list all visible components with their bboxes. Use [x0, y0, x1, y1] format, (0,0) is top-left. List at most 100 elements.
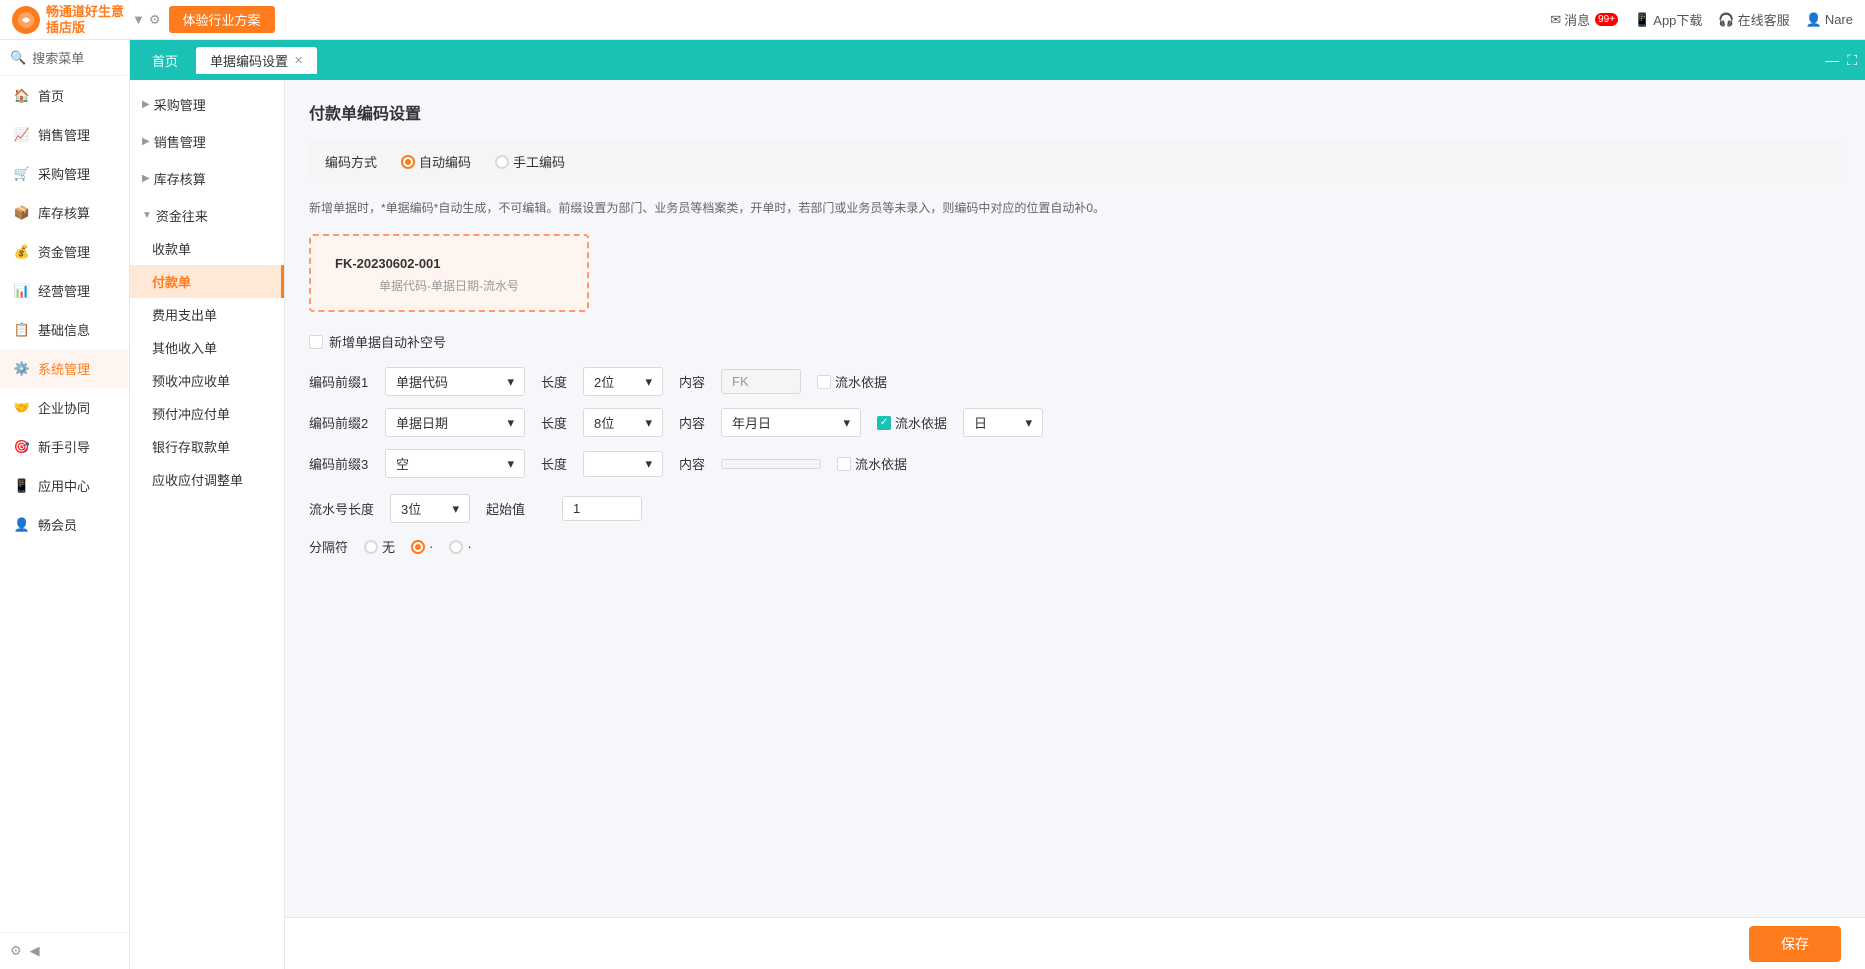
- len2-select[interactable]: 8位 ▾: [583, 408, 663, 437]
- len1-select[interactable]: 2位 ▾: [583, 367, 663, 396]
- serial-length-select[interactable]: 3位 ▾: [390, 494, 470, 523]
- stream2-check[interactable]: ✓ 流水依据: [877, 413, 947, 432]
- topbar-left: 畅通道好生意 插店版 ▼ ⚙ 体验行业方案: [12, 4, 275, 35]
- sep-none-radio[interactable]: [364, 540, 378, 554]
- sec-group-sales-label: 销售管理: [154, 132, 206, 151]
- start-value-label: 起始值: [486, 499, 546, 518]
- right-wrapper: 首页 单据编码设置 ✕ — ⛶ ▶ 采购管理: [130, 40, 1865, 969]
- logo: 畅通道好生意 插店版: [12, 4, 124, 35]
- sidebar-collapse-btn[interactable]: ◀: [30, 943, 40, 959]
- sidebar-label-guide: 新手引导: [38, 437, 90, 456]
- sec-item-adjustment[interactable]: 应收应付调整单: [130, 463, 284, 496]
- apps-icon: 📱: [14, 478, 30, 494]
- stream1-check[interactable]: 流水依据: [817, 372, 887, 391]
- sidebar-label-apps: 应用中心: [38, 476, 90, 495]
- sidebar-item-system[interactable]: ⚙️ 系统管理: [0, 349, 129, 388]
- sidebar-item-guide[interactable]: 🎯 新手引导: [0, 427, 129, 466]
- start-value-input[interactable]: [562, 496, 642, 521]
- search-menu[interactable]: 🔍 搜索菜单: [0, 40, 129, 76]
- prefix2-select[interactable]: 单据日期 ▾: [385, 408, 525, 437]
- prefix2-chevron: ▾: [507, 415, 514, 431]
- save-button[interactable]: 保存: [1749, 926, 1841, 962]
- manual-code-option[interactable]: 手工编码: [495, 152, 565, 171]
- stream3-checkbox[interactable]: [837, 457, 851, 471]
- auto-fill-row: 新增单据自动补空号: [309, 332, 1841, 351]
- tab-serial-settings[interactable]: 单据编码设置 ✕: [196, 47, 317, 74]
- sec-item-payment[interactable]: 付款单: [130, 265, 284, 298]
- sidebar-item-base[interactable]: 📋 基础信息: [0, 310, 129, 349]
- content2-value: 年月日: [732, 413, 771, 432]
- stream2-checkbox[interactable]: ✓: [877, 416, 891, 430]
- sidebar-item-home[interactable]: 🏠 首页: [0, 76, 129, 115]
- sec-group-purchase-title[interactable]: ▶ 采购管理: [130, 88, 284, 121]
- sales-icon: 📈: [14, 127, 30, 143]
- page-title: 付款单编码设置: [309, 100, 1841, 124]
- prefix1-chevron: ▾: [507, 374, 514, 390]
- tab-maximize-icon[interactable]: ⛶: [1847, 52, 1857, 69]
- sidebar-label-home: 首页: [38, 86, 64, 105]
- nav-dropdown[interactable]: ▼: [132, 12, 145, 27]
- auto-code-radio[interactable]: [401, 155, 415, 169]
- sidebar-item-finance[interactable]: 💰 资金管理: [0, 232, 129, 271]
- sec-group-inventory-title[interactable]: ▶ 库存核算: [130, 162, 284, 195]
- sidebar-item-sales[interactable]: 📈 销售管理: [0, 115, 129, 154]
- sec-item-receipt[interactable]: 收款单: [130, 232, 284, 265]
- prefix1-value: 单据代码: [396, 372, 448, 391]
- manual-code-radio[interactable]: [495, 155, 509, 169]
- topbar: 畅通道好生意 插店版 ▼ ⚙ 体验行业方案 ✉ 消息 99+ 📱 App下载 🎧…: [0, 0, 1865, 40]
- sec-item-other-income[interactable]: 其他收入单: [130, 331, 284, 364]
- sec-group-purchase-label: 采购管理: [154, 95, 206, 114]
- message-item[interactable]: ✉ 消息 99+: [1550, 10, 1618, 29]
- online-service-item[interactable]: 🎧 在线客服: [1718, 10, 1789, 29]
- sidebar-label-inventory: 库存核算: [38, 203, 90, 222]
- stream1-checkbox[interactable]: [817, 375, 831, 389]
- stream2-unit-select[interactable]: 日 ▾: [963, 408, 1043, 437]
- settings-icon[interactable]: ⚙: [149, 12, 161, 28]
- sep-dot2-option[interactable]: ·: [449, 539, 471, 554]
- tab-minimize-icon[interactable]: —: [1825, 52, 1839, 69]
- sec-item-expense[interactable]: 费用支出单: [130, 298, 284, 331]
- sidebar-settings-btn[interactable]: ⚙: [10, 943, 22, 959]
- corp-icon: 🤝: [14, 400, 30, 416]
- info-text: 新增单据时，*单据编码*自动生成，不可编辑。前缀设置为部门、业务员等档案类，开单…: [309, 199, 1841, 218]
- app-download-item[interactable]: 📱 App下载: [1634, 10, 1702, 29]
- sidebar-item-corp[interactable]: 🤝 企业协同: [0, 388, 129, 427]
- sec-group-sales: ▶ 销售管理: [130, 125, 284, 158]
- tab-home[interactable]: 首页: [138, 47, 192, 74]
- sep-dot-radio[interactable]: [411, 540, 425, 554]
- sidebar-item-operation[interactable]: 📊 经营管理: [0, 271, 129, 310]
- sep-dot2-radio[interactable]: [449, 540, 463, 554]
- sec-item-pre-payment[interactable]: 预付冲应付单: [130, 397, 284, 430]
- sec-group-sales-title[interactable]: ▶ 销售管理: [130, 125, 284, 158]
- sec-item-pre-receipt[interactable]: 预收冲应收单: [130, 364, 284, 397]
- auto-code-option[interactable]: 自动编码: [401, 152, 471, 171]
- sidebar-item-member[interactable]: 👤 畅会员: [0, 505, 129, 544]
- member-icon: 👤: [14, 517, 30, 533]
- base-icon: 📋: [14, 322, 30, 338]
- sidebar-item-apps[interactable]: 📱 应用中心: [0, 466, 129, 505]
- preview-box: FK-20230602-001 单据代码-单据日期-流水号: [309, 234, 589, 312]
- tab-home-label: 首页: [152, 51, 178, 70]
- sep-dot-option[interactable]: ·: [411, 539, 433, 554]
- len1-label: 长度: [541, 372, 567, 391]
- tab-close-icon[interactable]: ✕: [294, 54, 303, 67]
- user-item[interactable]: 👤 Nare: [1806, 12, 1853, 28]
- sep-none-option[interactable]: 无: [364, 537, 395, 556]
- sec-group-capital-title[interactable]: ▼ 资金往来: [130, 199, 284, 232]
- len3-chevron: ▾: [645, 456, 652, 472]
- sec-group-inventory-label: 库存核算: [154, 169, 206, 188]
- trial-btn[interactable]: 体验行业方案: [169, 6, 275, 33]
- len1-value: 2位: [594, 372, 614, 391]
- chevron-down-icon: ▼: [142, 210, 152, 221]
- tab-bar: 首页 单据编码设置 ✕ — ⛶: [130, 40, 1865, 80]
- prefix1-select[interactable]: 单据代码 ▾: [385, 367, 525, 396]
- auto-fill-checkbox[interactable]: [309, 335, 323, 349]
- sidebar-label-operation: 经营管理: [38, 281, 90, 300]
- sidebar-item-inventory[interactable]: 📦 库存核算: [0, 193, 129, 232]
- stream3-check[interactable]: 流水依据: [837, 454, 907, 473]
- prefix3-select[interactable]: 空 ▾: [385, 449, 525, 478]
- sidebar-item-purchase[interactable]: 🛒 采购管理: [0, 154, 129, 193]
- len3-select[interactable]: ▾: [583, 451, 663, 477]
- content2-select[interactable]: 年月日 ▾: [721, 408, 861, 437]
- sec-item-bank[interactable]: 银行存取款单: [130, 430, 284, 463]
